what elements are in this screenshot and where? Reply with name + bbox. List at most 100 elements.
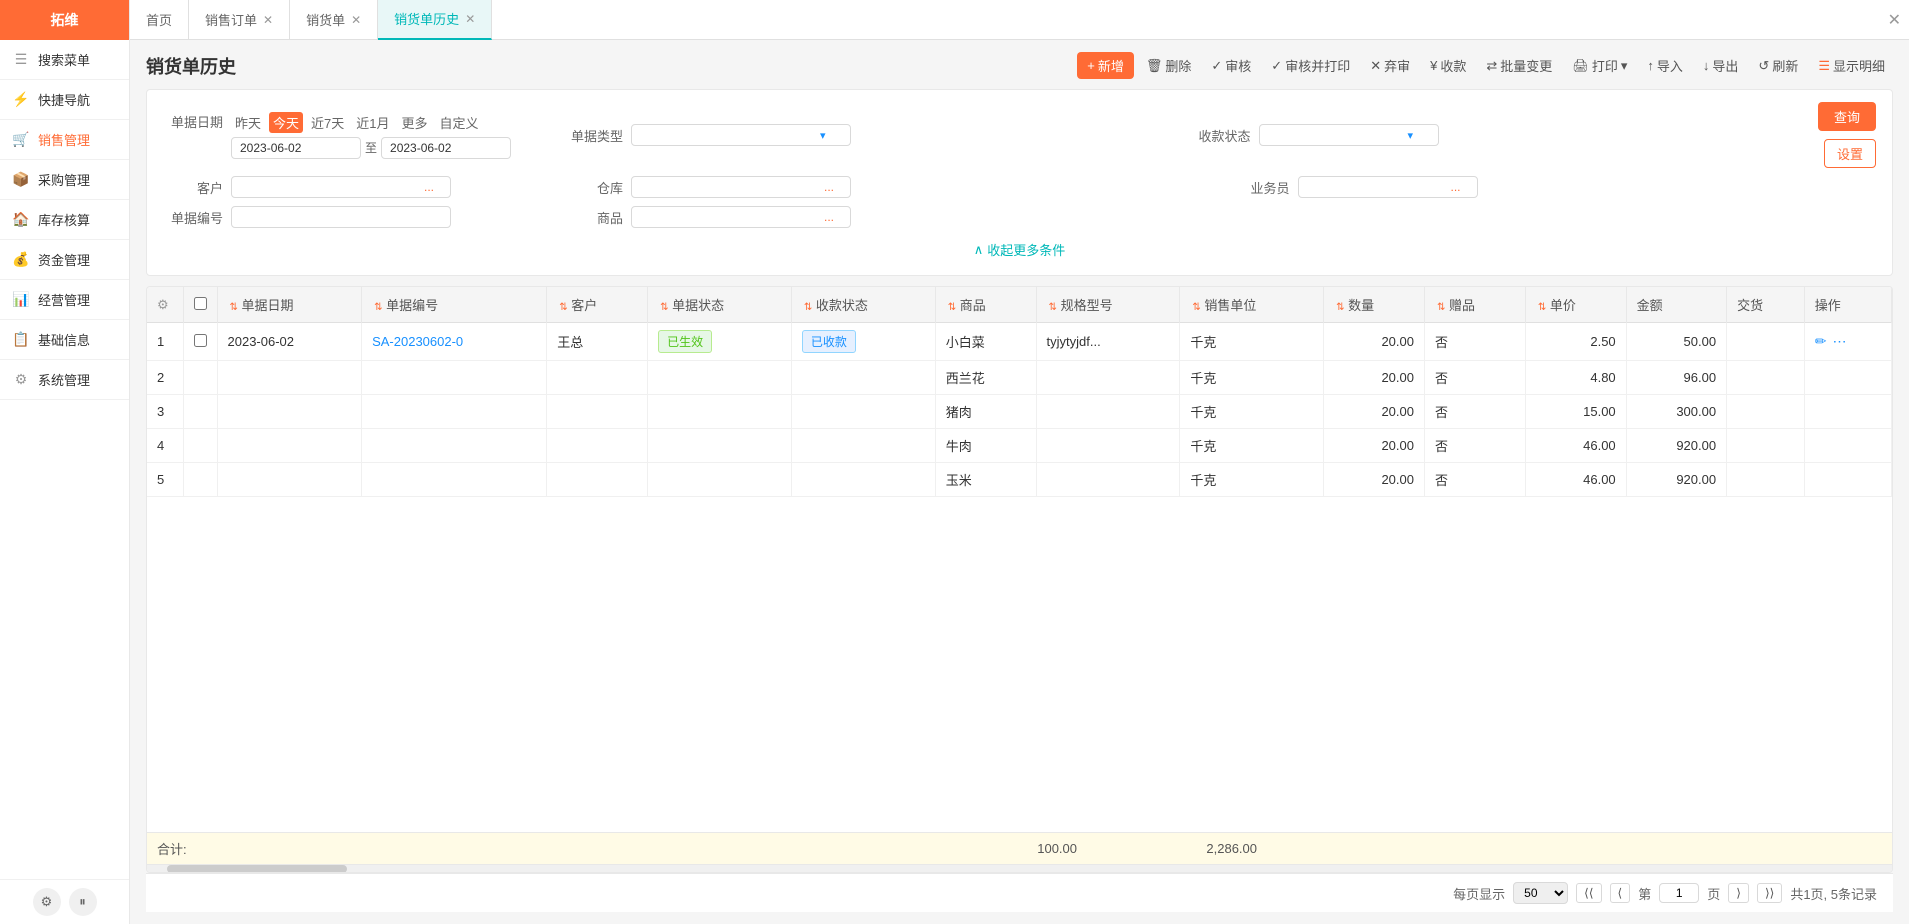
audit-button[interactable]: ✓ 审核 (1203, 52, 1259, 79)
col-gift[interactable]: ⇅ 赠品 (1424, 287, 1525, 323)
refresh-button[interactable]: ↺ 刷新 (1750, 52, 1806, 79)
page-last-btn[interactable]: ⟩⟩ (1757, 883, 1782, 903)
shortcut-custom[interactable]: 自定义 (436, 112, 483, 133)
staff-input[interactable] (1307, 180, 1447, 194)
tab-sales-order[interactable]: 销售订单 ✕ (189, 0, 290, 40)
goods-input[interactable] (640, 210, 820, 224)
col-pay-status[interactable]: ⇅ 收款状态 (791, 287, 935, 323)
tab-sales-goods[interactable]: 销货单 ✕ (290, 0, 378, 40)
col-doc-status[interactable]: ⇅ 单据状态 (648, 287, 792, 323)
row-num-cell: 3 (147, 395, 183, 429)
type-dropdown-icon[interactable]: ▾ (820, 129, 826, 142)
sidebar-item-quick-nav[interactable]: ⚡ 快捷导航 (0, 80, 129, 120)
doc-no-input[interactable] (231, 206, 451, 228)
filter-settings-button[interactable]: 设置 (1824, 139, 1876, 168)
sidebar-settings-icon[interactable]: ⚙ (33, 888, 61, 916)
row-unit-cell: 千克 (1180, 463, 1324, 497)
type-input[interactable] (640, 128, 820, 142)
page-input[interactable] (1659, 883, 1699, 903)
row-doc-no-cell[interactable] (362, 429, 547, 463)
print-button[interactable]: 🖨 打印 ▾ (1564, 52, 1635, 79)
shortcut-yesterday[interactable]: 昨天 (231, 112, 265, 133)
page-prev-btn[interactable]: ⟨ (1610, 883, 1631, 903)
col-qty[interactable]: ⇅ 数量 (1324, 287, 1425, 323)
date-to-input[interactable] (381, 137, 511, 159)
page-next-btn[interactable]: ⟩ (1728, 883, 1749, 903)
abandon-button[interactable]: ✕ 弃审 (1362, 52, 1418, 79)
import-button[interactable]: ↑ 导入 (1639, 52, 1691, 79)
row-checkbox[interactable] (194, 334, 207, 347)
shortcut-today[interactable]: 今天 (269, 112, 303, 133)
tab-sales-history[interactable]: 销货单历史 ✕ (378, 0, 492, 40)
col-doc-no[interactable]: ⇅ 单据编号 (362, 287, 547, 323)
col-spec[interactable]: ⇅ 规格型号 (1036, 287, 1180, 323)
show-detail-button[interactable]: ☰ 显示明细 (1810, 52, 1893, 79)
sidebar-item-sales-mgmt[interactable]: 🛒 销售管理 (0, 120, 129, 160)
sidebar-item-label: 采购管理 (38, 170, 90, 189)
status-input[interactable] (1268, 128, 1408, 142)
col-price[interactable]: ⇅ 单价 (1525, 287, 1626, 323)
select-all-checkbox[interactable] (194, 297, 207, 310)
customer-ellipsis-icon[interactable]: ... (424, 180, 434, 194)
row-doc-no-cell[interactable]: SA-20230602-0 (362, 323, 547, 361)
collect-button[interactable]: ¥ 收款 (1422, 52, 1474, 79)
sidebar-item-basic-info[interactable]: 📋 基础信息 (0, 320, 129, 360)
warehouse-ellipsis-icon[interactable]: ... (824, 180, 834, 194)
staff-ellipsis-icon[interactable]: ... (1451, 180, 1461, 194)
new-button[interactable]: + 新增 (1077, 52, 1134, 79)
row-doc-no-cell[interactable] (362, 361, 547, 395)
col-settings[interactable]: ⚙ (147, 287, 183, 323)
row-doc-no-cell[interactable] (362, 463, 547, 497)
tab-sales-goods-close[interactable]: ✕ (351, 13, 361, 27)
shortcut-7days[interactable]: 近7天 (307, 112, 348, 133)
sidebar-item-inventory[interactable]: 🏠 库存核算 (0, 200, 129, 240)
tab-sales-order-close[interactable]: ✕ (263, 13, 273, 27)
shortcut-more[interactable]: 更多 (398, 112, 432, 133)
doc-no-link[interactable]: SA-20230602-0 (372, 334, 463, 349)
col-unit[interactable]: ⇅ 销售单位 (1180, 287, 1324, 323)
date-from-input[interactable] (231, 137, 361, 159)
export-button[interactable]: ↓ 导出 (1695, 52, 1747, 79)
sidebar-item-sys-mgmt[interactable]: ⚙ 系统管理 (0, 360, 129, 400)
batch-change-button[interactable]: ⇄ 批量变更 (1478, 52, 1560, 79)
audit-print-button[interactable]: ✓ 审核并打印 (1263, 52, 1358, 79)
shortcut-1month[interactable]: 近1月 (352, 112, 393, 133)
filter-collapse-btn[interactable]: ∧ 收起更多条件 (163, 236, 1876, 263)
col-customer[interactable]: ⇅ 客户 (547, 287, 648, 323)
sidebar-pause-icon[interactable]: ⏸ (69, 888, 97, 916)
page-first-btn[interactable]: ⟨⟨ (1576, 883, 1601, 903)
table-scrollbar-thumb[interactable] (167, 865, 347, 873)
tab-sales-history-close[interactable]: ✕ (465, 12, 475, 26)
goods-ellipsis-icon[interactable]: ... (824, 210, 834, 224)
sidebar-item-purchase-mgmt[interactable]: 📦 采购管理 (0, 160, 129, 200)
per-page-select[interactable]: 20 50 100 200 (1513, 882, 1568, 904)
tab-home[interactable]: 首页 (130, 0, 189, 40)
row-checkbox-cell[interactable] (183, 463, 217, 497)
row-unit-cell: 千克 (1180, 395, 1324, 429)
sidebar-item-operations[interactable]: 📊 经营管理 (0, 280, 129, 320)
col-goods[interactable]: ⇅ 商品 (935, 287, 1036, 323)
row-checkbox-cell[interactable] (183, 361, 217, 395)
table-scroll[interactable]: ⚙ ⇅ 单据日期 ⇅ 单据编号 (147, 287, 1892, 832)
tab-bar-close[interactable]: ✕ (1888, 10, 1909, 30)
row-checkbox-cell[interactable] (183, 395, 217, 429)
sidebar-item-finance[interactable]: 💰 资金管理 (0, 240, 129, 280)
col-date[interactable]: ⇅ 单据日期 (217, 287, 362, 323)
doc-status-sort-icon: ⇅ (660, 302, 668, 313)
customer-input[interactable] (240, 180, 420, 194)
edit-icon[interactable]: ✏ (1815, 333, 1827, 350)
row-checkbox-cell[interactable] (183, 323, 217, 361)
status-dropdown-icon[interactable]: ▾ (1408, 129, 1414, 142)
col-settings-icon[interactable]: ⚙ (157, 297, 169, 312)
more-icon[interactable]: ⋯ (1833, 333, 1847, 350)
sidebar-item-search-menu[interactable]: ☰ 搜索菜单 (0, 40, 129, 80)
delete-button[interactable]: 🗑 删除 (1138, 52, 1200, 79)
row-checkbox-cell[interactable] (183, 429, 217, 463)
row-doc-no-cell[interactable] (362, 395, 547, 429)
col-checkbox[interactable] (183, 287, 217, 323)
delete-icon: 🗑 (1146, 58, 1163, 74)
row-qty-cell: 20.00 (1324, 463, 1425, 497)
table-scrollbar[interactable] (147, 864, 1892, 872)
query-button[interactable]: 查询 (1818, 102, 1876, 131)
warehouse-input[interactable] (640, 180, 820, 194)
